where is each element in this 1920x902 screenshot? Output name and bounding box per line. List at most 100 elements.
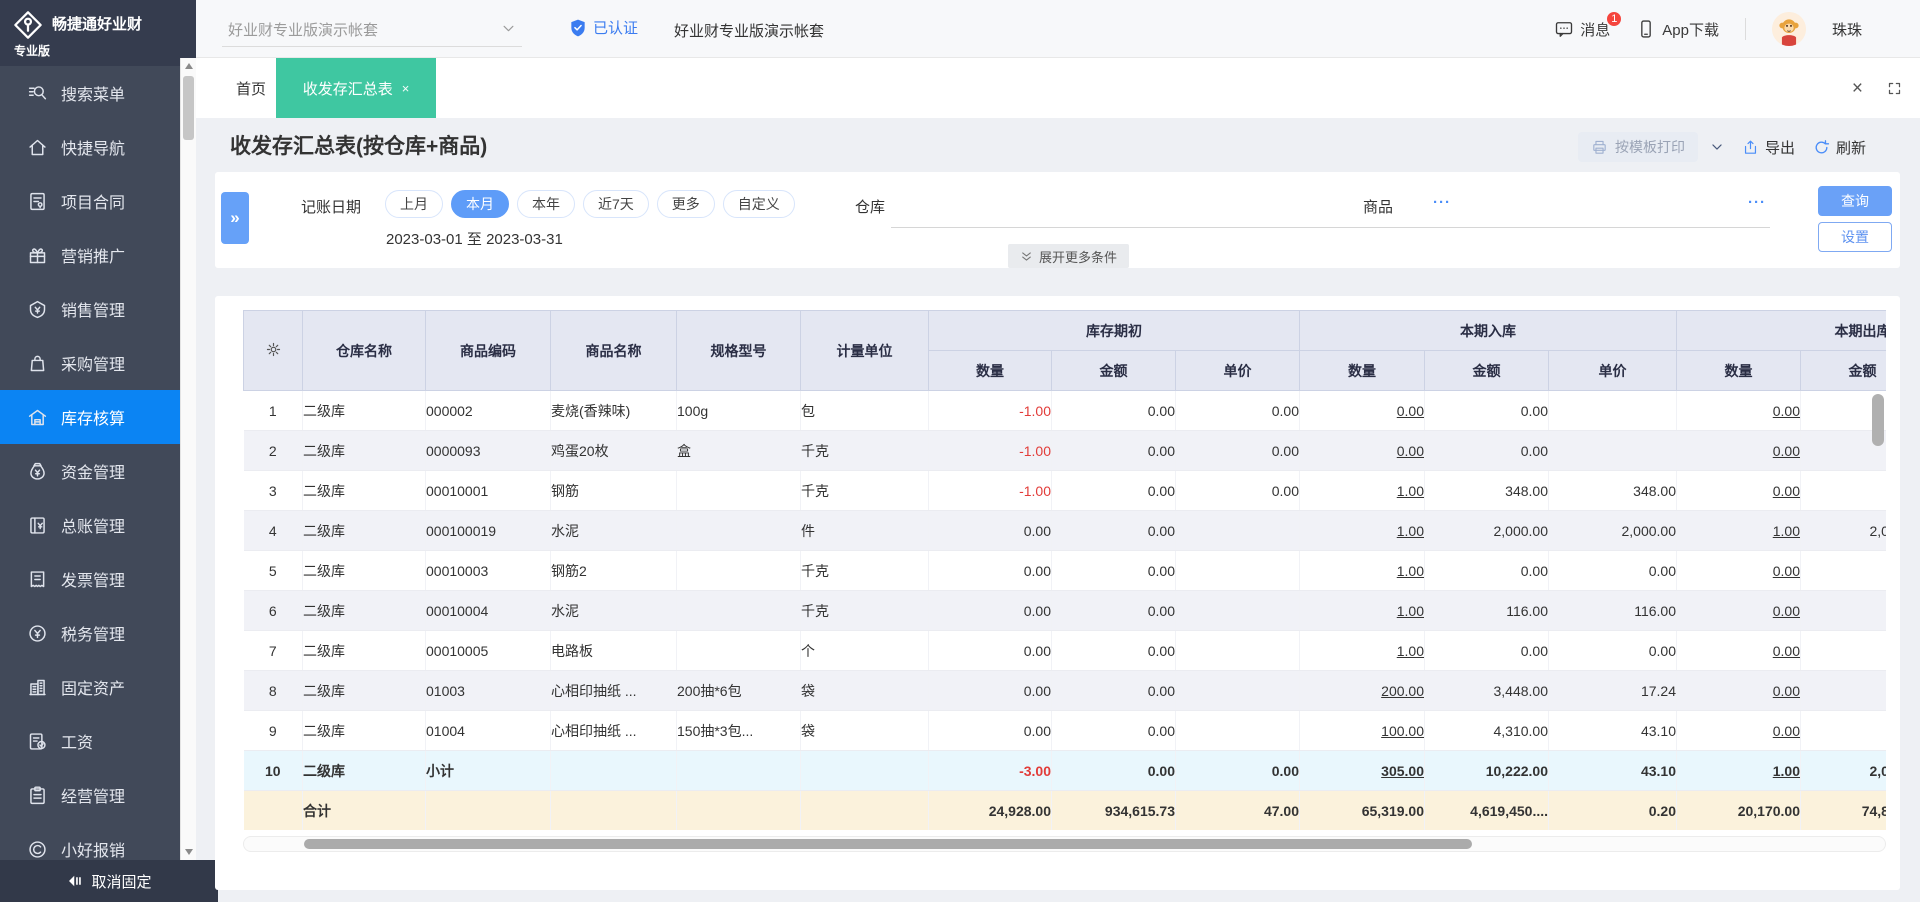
- text-cell: 小计: [426, 751, 551, 791]
- drilldown-link[interactable]: 1.00: [1397, 483, 1424, 499]
- sidebar-item-2[interactable]: 项目合同: [0, 174, 180, 228]
- tab-close-icon[interactable]: ×: [402, 81, 410, 96]
- sidebar-item-11[interactable]: 固定资产: [0, 660, 180, 714]
- drilldown-link[interactable]: 0.00: [1773, 563, 1800, 579]
- drilldown-link[interactable]: 1.00: [1397, 603, 1424, 619]
- sidebar-item-6[interactable]: 库存核算: [0, 390, 180, 444]
- scroll-up-arrow-icon[interactable]: [181, 58, 197, 74]
- sidebar-scrollbar[interactable]: [180, 58, 196, 860]
- tab-home[interactable]: 首页: [218, 58, 284, 118]
- sidebar-scrollbar-thumb[interactable]: [183, 76, 194, 140]
- value-cell: 1.00: [1300, 631, 1425, 671]
- sidebar-item-1[interactable]: 快捷导航: [0, 120, 180, 174]
- horizontal-scrollbar[interactable]: [243, 836, 1886, 852]
- sidebar-item-12[interactable]: 工资: [0, 714, 180, 768]
- drilldown-link[interactable]: 1.00: [1397, 643, 1424, 659]
- date-pill-1[interactable]: 本月: [451, 190, 509, 218]
- drilldown-link[interactable]: 0.00: [1773, 603, 1800, 619]
- drilldown-link[interactable]: 1.00: [1773, 523, 1800, 539]
- close-icon[interactable]: ×: [1852, 79, 1863, 98]
- value-cell: -1.00: [929, 471, 1052, 511]
- sidebar-item-9[interactable]: 发票管理: [0, 552, 180, 606]
- user-avatar[interactable]: [1772, 12, 1806, 46]
- report-table-panel: 仓库名称商品编码商品名称规格型号计量单位库存期初本期入库本期出库数量金额单价数量…: [215, 296, 1900, 890]
- drilldown-link[interactable]: 0.00: [1773, 643, 1800, 659]
- table-viewport: 仓库名称商品编码商品名称规格型号计量单位库存期初本期入库本期出库数量金额单价数量…: [243, 310, 1886, 830]
- smartphone-icon: [1636, 19, 1656, 39]
- tab-summary-active[interactable]: 收发存汇总表 ×: [276, 58, 436, 118]
- sidebar-item-0[interactable]: 搜索菜单: [0, 66, 180, 120]
- drilldown-link[interactable]: 1.00: [1397, 563, 1424, 579]
- value-cell: 0.00: [929, 551, 1052, 591]
- sidebar-item-13[interactable]: 经营管理: [0, 768, 180, 822]
- product-input[interactable]: ···: [1400, 190, 1770, 228]
- settings-button[interactable]: 设置: [1818, 222, 1892, 252]
- date-pill-2[interactable]: 本年: [517, 190, 575, 218]
- text-cell: [677, 791, 801, 831]
- topbar: 好业财专业版演示帐套 已认证 好业财专业版演示帐套 消息 1: [196, 0, 1920, 58]
- drilldown-link[interactable]: 0.00: [1397, 403, 1424, 419]
- export-button[interactable]: 导出: [1742, 137, 1795, 158]
- drilldown-link[interactable]: 200.00: [1381, 683, 1424, 699]
- sidebar-item-10[interactable]: 税务管理: [0, 606, 180, 660]
- sidebar-item-8[interactable]: 总账管理: [0, 498, 180, 552]
- tab-label: 收发存汇总表: [303, 78, 393, 99]
- messages-button[interactable]: 消息 1: [1554, 19, 1610, 40]
- expand-filter-panel-button[interactable]: »: [221, 192, 249, 244]
- value-cell: 0.00: [1425, 391, 1549, 431]
- gift-icon: [27, 245, 48, 266]
- drilldown-link[interactable]: 305.00: [1381, 763, 1424, 779]
- drilldown-link[interactable]: 0.00: [1773, 403, 1800, 419]
- date-pill-4[interactable]: 更多: [657, 190, 715, 218]
- value-cell: 0.00: [1052, 711, 1176, 751]
- value-cell: 2,000.00: [1549, 511, 1677, 551]
- app-name: 畅捷通好业财: [52, 13, 142, 34]
- search-button[interactable]: 查询: [1818, 186, 1892, 216]
- value-cell: 47.00: [1176, 791, 1300, 831]
- value-cell: 0.00: [1677, 431, 1801, 471]
- date-range-value[interactable]: 2023-03-01 至 2023-03-31: [386, 228, 563, 249]
- account-selector[interactable]: 好业财专业版演示帐套: [222, 12, 522, 47]
- text-cell: 千克: [801, 551, 929, 591]
- text-cell: [677, 551, 801, 591]
- value-cell: 0.00: [929, 711, 1052, 751]
- username[interactable]: 珠珠: [1832, 19, 1862, 40]
- app-download-button[interactable]: App下载: [1636, 19, 1719, 40]
- vertical-scrollbar-thumb[interactable]: [1872, 394, 1884, 446]
- drilldown-link[interactable]: 1.00: [1397, 523, 1424, 539]
- salary-icon: [27, 731, 48, 752]
- sidebar-item-4[interactable]: 销售管理: [0, 282, 180, 336]
- table-row-subtotal: 10二级库小计-3.000.000.00305.0010,222.0043.10…: [244, 751, 1887, 791]
- drilldown-link[interactable]: 100.00: [1381, 723, 1424, 739]
- drilldown-link[interactable]: 1.00: [1773, 763, 1800, 779]
- text-cell: 00010005: [426, 631, 551, 671]
- value-cell: 305.00: [1300, 751, 1425, 791]
- scroll-down-arrow-icon[interactable]: [181, 844, 197, 860]
- fullscreen-icon[interactable]: [1887, 81, 1902, 96]
- row-number-cell: 10: [244, 751, 303, 791]
- drilldown-link[interactable]: 0.00: [1773, 443, 1800, 459]
- drilldown-link[interactable]: 0.00: [1397, 443, 1424, 459]
- sidebar-item-5[interactable]: 采购管理: [0, 336, 180, 390]
- product-picker-ellipsis-icon[interactable]: ···: [1748, 194, 1766, 211]
- drilldown-link[interactable]: 0.00: [1773, 723, 1800, 739]
- unpin-sidebar-button[interactable]: 取消固定: [0, 860, 218, 902]
- print-options-chevron-icon[interactable]: [1710, 140, 1724, 154]
- sidebar-item-3[interactable]: 营销推广: [0, 228, 180, 282]
- column-settings-gear-button[interactable]: [244, 311, 303, 391]
- date-pill-5[interactable]: 自定义: [723, 190, 795, 218]
- text-cell: 二级库: [303, 471, 426, 511]
- app-window: 畅捷通好业财 专业版 搜索菜单快捷导航项目合同营销推广销售管理采购管理库存核算资…: [0, 0, 1920, 902]
- date-pill-0[interactable]: 上月: [385, 190, 443, 218]
- horizontal-scrollbar-thumb[interactable]: [304, 839, 1472, 849]
- value-cell: 0.00: [1801, 591, 1887, 631]
- expand-more-conditions-button[interactable]: 展开更多条件: [1008, 244, 1129, 268]
- print-by-template-button[interactable]: 按模板打印: [1578, 132, 1698, 162]
- drilldown-link[interactable]: 0.00: [1773, 683, 1800, 699]
- sidebar-item-14[interactable]: 小好报销: [0, 822, 180, 860]
- row-number-cell: 3: [244, 471, 303, 511]
- refresh-button[interactable]: 刷新: [1813, 137, 1866, 158]
- drilldown-link[interactable]: 0.00: [1773, 483, 1800, 499]
- sidebar-item-7[interactable]: 资金管理: [0, 444, 180, 498]
- date-pill-3[interactable]: 近7天: [583, 190, 649, 218]
